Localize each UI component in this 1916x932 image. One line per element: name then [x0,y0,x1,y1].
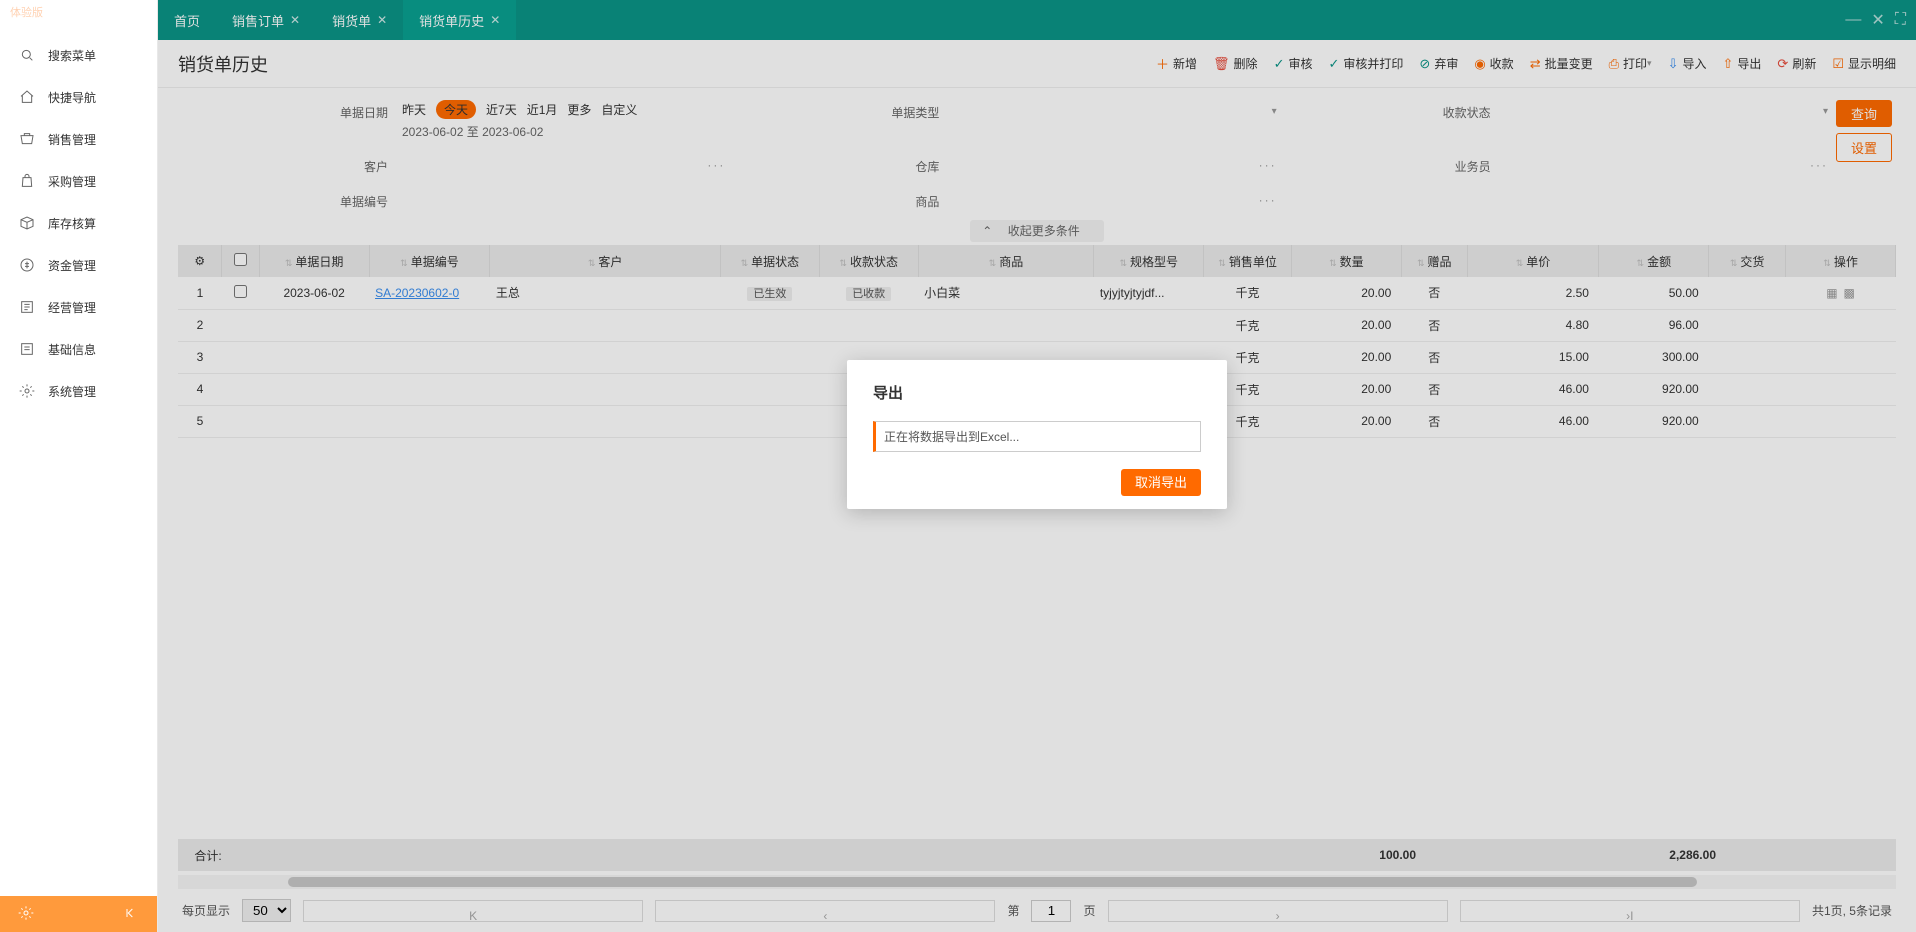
modal-title: 导出 [873,382,1201,403]
sidebar-item-3[interactable]: 采购管理 [0,160,157,202]
sidebar-item-5[interactable]: 资金管理 [0,244,157,286]
sidebar-item-label: 搜索菜单 [48,47,96,64]
box-icon [18,214,36,232]
export-modal: 导出 正在将数据导出到Excel... 取消导出 [847,360,1227,509]
sidebar-item-label: 资金管理 [48,257,96,274]
sidebar-item-label: 经营管理 [48,299,96,316]
gear-icon[interactable] [18,905,34,924]
sidebar-item-label: 快捷导航 [48,89,96,106]
sidebar-item-7[interactable]: 基础信息 [0,328,157,370]
sidebar-item-label: 系统管理 [48,383,96,400]
search-icon [18,46,36,64]
sidebar-item-2[interactable]: 销售管理 [0,118,157,160]
collapse-sidebar-icon[interactable] [123,905,139,924]
sidebar-item-0[interactable]: 搜索菜单 [0,34,157,76]
sidebar: 体验版 搜索菜单快捷导航销售管理采购管理库存核算资金管理经营管理基础信息系统管理 [0,0,158,932]
sidebar-item-label: 基础信息 [48,341,96,358]
sidebar-item-4[interactable]: 库存核算 [0,202,157,244]
sale-icon [18,130,36,148]
gear-icon [18,382,36,400]
logo: 体验版 [10,7,43,19]
sidebar-item-8[interactable]: 系统管理 [0,370,157,412]
money-icon [18,256,36,274]
home-icon [18,88,36,106]
sidebar-item-label: 库存核算 [48,215,96,232]
cancel-export-button[interactable]: 取消导出 [1121,469,1201,496]
bag-icon [18,172,36,190]
report-icon [18,298,36,316]
sidebar-footer [0,896,157,932]
modal-overlay: 导出 正在将数据导出到Excel... 取消导出 [158,0,1916,932]
sidebar-item-label: 销售管理 [48,131,96,148]
sidebar-item-6[interactable]: 经营管理 [0,286,157,328]
modal-message: 正在将数据导出到Excel... [873,421,1201,452]
info-icon [18,340,36,358]
sidebar-item-label: 采购管理 [48,173,96,190]
sidebar-item-1[interactable]: 快捷导航 [0,76,157,118]
